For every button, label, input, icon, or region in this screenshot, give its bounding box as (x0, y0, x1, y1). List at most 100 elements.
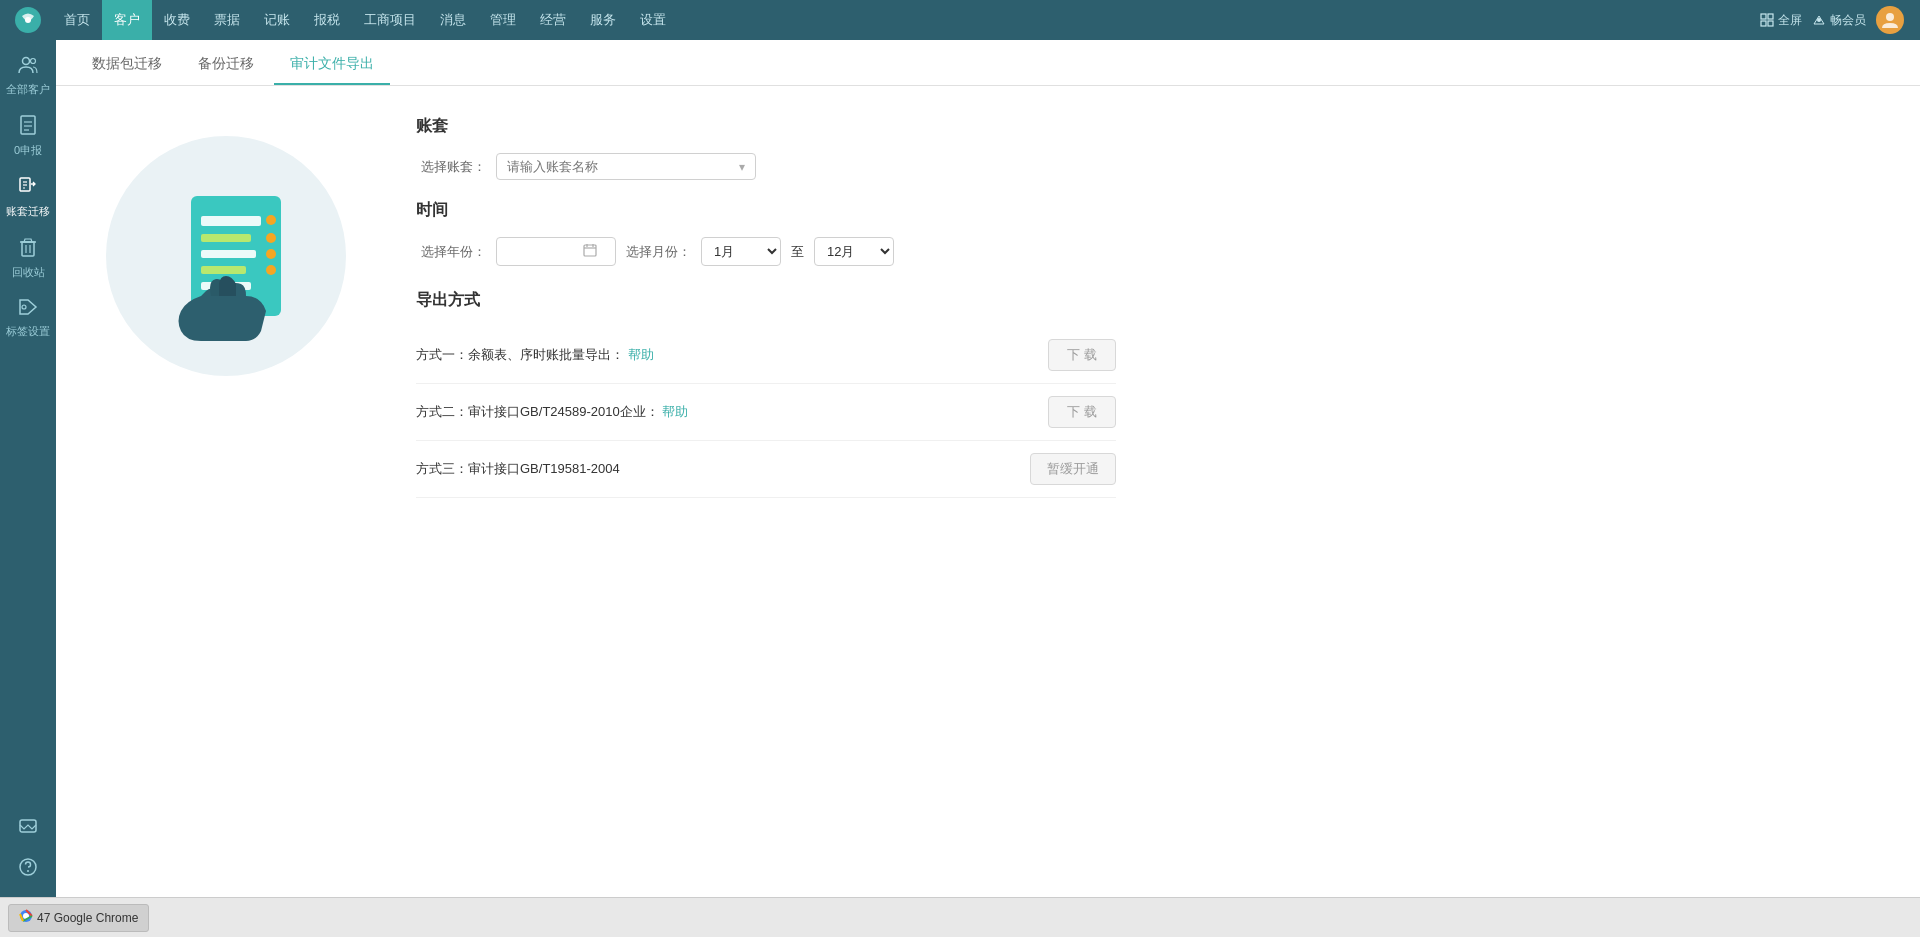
account-input[interactable] (507, 159, 739, 174)
svg-point-32 (266, 233, 276, 243)
to-label: 至 (791, 243, 804, 261)
svg-point-31 (266, 215, 276, 225)
nav-tax[interactable]: 报税 (302, 0, 352, 40)
svg-rect-3 (1768, 14, 1773, 19)
svg-point-1 (25, 17, 31, 23)
member-btn[interactable]: 畅会员 (1812, 12, 1866, 29)
user-avatar[interactable] (1876, 6, 1904, 34)
sidebar-bottom-help[interactable] (2, 849, 54, 885)
label-icon (18, 298, 38, 321)
illustration-circle (106, 136, 346, 376)
svg-point-24 (27, 870, 29, 872)
dropdown-icon: ▾ (739, 160, 745, 174)
method1-download-btn[interactable]: 下 载 (1048, 339, 1116, 371)
method2-help-link[interactable]: 帮助 (662, 404, 688, 419)
method3-pending-btn[interactable]: 暂缓开通 (1030, 453, 1116, 485)
sidebar-label-migration: 账套迁移 (6, 204, 50, 219)
top-navigation: 首页 客户 收费 票据 记账 报税 工商项目 消息 管理 经营 服务 设置 全屏 (0, 0, 1920, 40)
illustration-area (96, 116, 356, 376)
svg-rect-10 (21, 116, 35, 134)
svg-point-6 (1817, 18, 1821, 22)
export-section-title: 导出方式 (416, 290, 1116, 311)
method2-download-btn[interactable]: 下 载 (1048, 396, 1116, 428)
svg-point-33 (266, 249, 276, 259)
fullscreen-btn[interactable]: 全屏 (1760, 12, 1802, 29)
sidebar-label-label-settings: 标签设置 (6, 324, 50, 339)
sidebar-item-declaration[interactable]: 0申报 (2, 107, 54, 166)
svg-rect-22 (20, 820, 36, 832)
svg-point-8 (23, 58, 30, 65)
content-area: 数据包迁移 备份迁移 审计文件导出 (56, 40, 1920, 897)
svg-rect-2 (1761, 14, 1766, 19)
recycle-icon (19, 237, 37, 262)
svg-rect-4 (1761, 21, 1766, 26)
sidebar: 全部客户 0申报 (0, 40, 56, 897)
method1-help-link[interactable]: 帮助 (628, 347, 654, 362)
account-select-wrap[interactable]: ▾ (496, 153, 756, 180)
app-logo (10, 2, 46, 38)
svg-rect-29 (201, 266, 246, 274)
month-start-select[interactable]: 1月 2月 3月 4月 5月 6月 7月 8月 9月 10月 11月 12月 (701, 237, 781, 266)
time-row: 选择年份： 2023 选择月份： (416, 237, 1116, 266)
nav-business[interactable]: 工商项目 (352, 0, 428, 40)
sidebar-bottom-message[interactable] (2, 809, 54, 845)
export-method-2-text: 方式二：审计接口GB/T24589-2010企业： 帮助 (416, 403, 688, 421)
svg-point-7 (1886, 13, 1894, 21)
export-method-3-row: 方式三：审计接口GB/T19581-2004 暂缓开通 (416, 441, 1116, 498)
export-method-1-row: 方式一：余额表、序时账批量导出： 帮助 下 载 (416, 327, 1116, 384)
nav-billing[interactable]: 收费 (152, 0, 202, 40)
tab-backup-migration[interactable]: 备份迁移 (182, 45, 270, 85)
account-row: 选择账套： ▾ (416, 153, 1116, 180)
nav-manage[interactable]: 管理 (478, 0, 528, 40)
year-input[interactable]: 2023 (507, 244, 577, 259)
svg-point-9 (31, 59, 36, 64)
nav-items: 首页 客户 收费 票据 记账 报税 工商项目 消息 管理 经营 服务 设置 (52, 0, 1760, 40)
calendar-icon (583, 243, 597, 260)
migration-icon (18, 176, 38, 201)
svg-rect-28 (201, 250, 256, 258)
time-section-title: 时间 (416, 200, 1116, 221)
sidebar-item-label-settings[interactable]: 标签设置 (2, 290, 54, 347)
nav-service[interactable]: 服务 (578, 0, 628, 40)
sub-tabs: 数据包迁移 备份迁移 审计文件导出 (56, 40, 1920, 86)
declaration-icon (19, 115, 37, 140)
svg-rect-35 (584, 245, 596, 256)
illustration-svg (126, 146, 326, 366)
sidebar-item-all-customers[interactable]: 全部客户 (2, 48, 54, 105)
account-label: 选择账套： (416, 158, 486, 176)
month-label: 选择月份： (626, 243, 691, 261)
taskbar-label: 47 Google Chrome (37, 911, 138, 925)
svg-point-21 (22, 305, 26, 309)
tab-data-migration[interactable]: 数据包迁移 (76, 45, 178, 85)
main-layout: 全部客户 0申报 (0, 40, 1920, 897)
nav-settings[interactable]: 设置 (628, 0, 678, 40)
export-method-1-text: 方式一：余额表、序时账批量导出： 帮助 (416, 346, 654, 364)
chrome-icon (19, 909, 33, 926)
sidebar-item-migration[interactable]: 账套迁移 (2, 168, 54, 227)
tab-audit-export[interactable]: 审计文件导出 (274, 45, 390, 85)
month-end-select[interactable]: 1月 2月 3月 4月 5月 6月 7月 8月 9月 10月 11月 12月 (814, 237, 894, 266)
svg-rect-26 (201, 216, 261, 226)
svg-point-34 (266, 265, 276, 275)
sidebar-label-all-customers: 全部客户 (6, 82, 50, 97)
year-input-wrap[interactable]: 2023 (496, 237, 616, 266)
taskbar: 47 Google Chrome (0, 897, 1920, 937)
nav-home[interactable]: 首页 (52, 0, 102, 40)
form-area: 账套 选择账套： ▾ 时间 选择年份： 2023 (416, 116, 1116, 498)
nav-message[interactable]: 消息 (428, 0, 478, 40)
customers-icon (18, 56, 38, 79)
year-label: 选择年份： (416, 243, 486, 261)
sidebar-item-recycle[interactable]: 回收站 (2, 229, 54, 288)
sidebar-bottom (2, 809, 54, 897)
export-method-3-text: 方式三：审计接口GB/T19581-2004 (416, 460, 620, 478)
nav-customer[interactable]: 客户 (102, 0, 152, 40)
taskbar-chrome-item[interactable]: 47 Google Chrome (8, 904, 149, 932)
nav-accounting[interactable]: 记账 (252, 0, 302, 40)
export-method-2-row: 方式二：审计接口GB/T24589-2010企业： 帮助 下 载 (416, 384, 1116, 441)
nav-invoice[interactable]: 票据 (202, 0, 252, 40)
sidebar-label-declaration: 0申报 (14, 143, 42, 158)
svg-rect-5 (1768, 21, 1773, 26)
sidebar-label-recycle: 回收站 (12, 265, 45, 280)
account-section-title: 账套 (416, 116, 1116, 137)
nav-operation[interactable]: 经营 (528, 0, 578, 40)
